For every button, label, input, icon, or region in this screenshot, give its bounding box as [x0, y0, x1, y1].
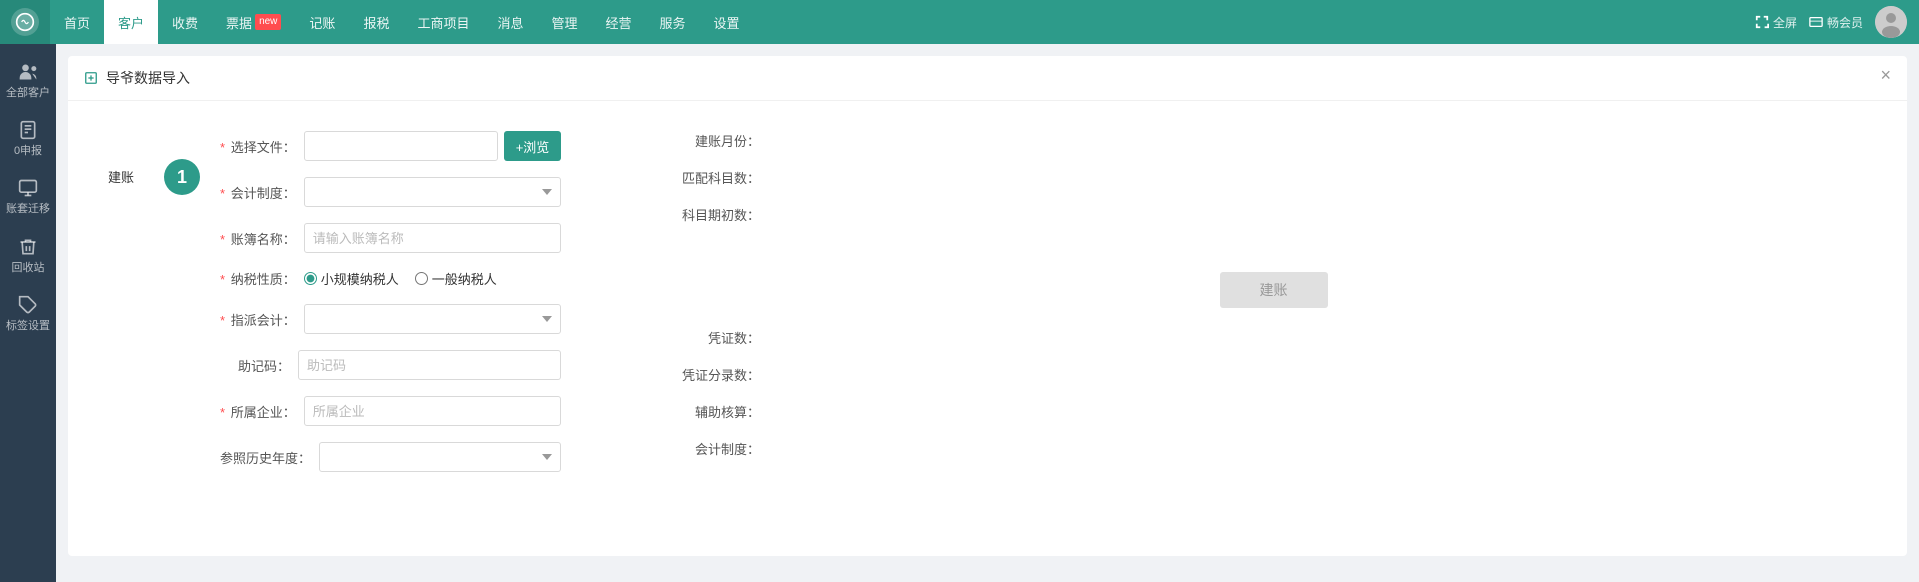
sidebar-label: 全部客户 [6, 87, 50, 100]
top-nav: 首页 客户 收费 票据 new 记账 报税 工商项目 消息 管理 经营 服务 设… [0, 0, 1919, 44]
nav-item-bookkeeping[interactable]: 记账 [295, 0, 349, 44]
step-badge: 1 [164, 159, 200, 195]
voucher-entries-label: 凭证分录数： [680, 365, 760, 384]
form-fields: * 选择文件： +浏览 * 会计制度： [220, 131, 560, 472]
info-panel: 建账月份： 匹配科目数： 科目期初数： 建账 凭证 [620, 131, 1867, 476]
build-button[interactable]: 建账 [1220, 272, 1328, 308]
file-input[interactable] [304, 131, 498, 161]
sidebar-item-migrate[interactable]: 账套迁移 [0, 168, 56, 224]
sidebar-item-all-customers[interactable]: 全部客户 [0, 52, 56, 108]
browse-button[interactable]: +浏览 [504, 131, 562, 161]
accounting-system-row: * 会计制度： [220, 177, 561, 207]
match-subjects-row: 匹配科目数： [680, 168, 1867, 187]
match-subjects-label: 匹配科目数： [680, 168, 760, 187]
tax-option1-radio[interactable] [304, 272, 317, 285]
nav-item-operation[interactable]: 经营 [592, 0, 646, 44]
voucher-count-label: 凭证数： [680, 328, 760, 347]
nav-item-service[interactable]: 服务 [646, 0, 700, 44]
memo-label: 助记码： [220, 356, 290, 375]
assign-accountant-row: * 指派会计： [220, 304, 561, 334]
auxiliary-label: 辅助核算： [680, 402, 760, 421]
owner-company-input[interactable] [304, 396, 562, 426]
card-header: 导爷数据导入 [68, 56, 1907, 101]
accounting-system-select[interactable] [304, 177, 562, 207]
main-content: 导爷数据导入 × 建账 1 * 选择文件： [56, 44, 1919, 582]
accounting-system-label: * 会计制度： [220, 183, 296, 202]
memo-input[interactable] [298, 350, 561, 380]
ledger-name-input[interactable] [304, 223, 562, 253]
sidebar-item-declare[interactable]: 0申报 [0, 110, 56, 166]
reference-year-label: 参照历史年度： [220, 448, 311, 467]
nav-item-fee[interactable]: 收费 [158, 0, 212, 44]
nav-item-manage[interactable]: 管理 [537, 0, 591, 44]
close-button[interactable]: × [1880, 66, 1891, 84]
select-file-row: * 选择文件： +浏览 [220, 131, 561, 161]
build-btn-wrap: 建账 [680, 242, 1867, 308]
form-container: 建账 1 * 选择文件： +浏览 [68, 101, 1907, 506]
sidebar-item-recycle[interactable]: 回收站 [0, 227, 56, 283]
member-btn[interactable]: 畅会员 [1809, 14, 1863, 31]
tax-option2-radio[interactable] [415, 272, 428, 285]
build-month-label: 建账月份： [680, 131, 760, 150]
sidebar-label: 0申报 [14, 145, 42, 158]
sidebar-label: 回收站 [12, 262, 45, 275]
nav-item-message[interactable]: 消息 [483, 0, 537, 44]
nav-item-business[interactable]: 工商项目 [403, 0, 483, 44]
ledger-name-row: * 账簿名称： [220, 223, 561, 253]
nav-items: 首页 客户 收费 票据 new 记账 报税 工商项目 消息 管理 经营 服务 设… [50, 0, 1755, 44]
tax-type-row: * 纳税性质： 小规模纳税人 一般纳税人 [220, 269, 561, 288]
sidebar: 全部客户 0申报 账套迁移 回收站 标签设置 [0, 44, 56, 582]
sidebar-label: 标签设置 [6, 320, 50, 333]
build-month-row: 建账月份： [680, 131, 1867, 150]
step-text: 建账 [108, 167, 134, 186]
form-left: 建账 1 * 选择文件： +浏览 [108, 131, 560, 476]
nav-item-customer[interactable]: 客户 [104, 0, 158, 44]
auxiliary-row: 辅助核算： [680, 402, 1867, 421]
subject-init-row: 科目期初数： [680, 205, 1867, 224]
owner-company-label: * 所属企业： [220, 402, 296, 421]
recycle-icon [16, 235, 40, 259]
accounting-system-info-row: 会计制度： [680, 439, 1867, 458]
file-row: +浏览 [304, 131, 562, 161]
nav-item-tax[interactable]: 报税 [349, 0, 403, 44]
accounting-system-info-label: 会计制度： [680, 439, 760, 458]
memo-row: 助记码： [220, 350, 561, 380]
nav-item-home[interactable]: 首页 [50, 0, 104, 44]
sidebar-label: 账套迁移 [6, 203, 50, 216]
subject-init-label: 科目期初数： [680, 205, 760, 224]
new-badge: new [255, 14, 281, 30]
logo [0, 0, 50, 44]
main-card: 导爷数据导入 × 建账 1 * 选择文件： [68, 56, 1907, 556]
logo-icon [11, 8, 39, 36]
tags-icon [16, 293, 40, 317]
tax-option1-label[interactable]: 小规模纳税人 [304, 269, 399, 288]
nav-item-settings[interactable]: 设置 [700, 0, 754, 44]
import-icon [84, 71, 98, 85]
owner-company-row: * 所属企业： [220, 396, 561, 426]
sidebar-item-tags[interactable]: 标签设置 [0, 285, 56, 341]
user-avatar[interactable] [1875, 6, 1907, 38]
main-layout: 全部客户 0申报 账套迁移 回收站 标签设置 [0, 44, 1919, 582]
reference-year-select[interactable] [319, 442, 561, 472]
ledger-name-label: * 账簿名称： [220, 229, 296, 248]
fullscreen-btn[interactable]: 全屏 [1755, 14, 1797, 31]
nav-item-invoice[interactable]: 票据 new [212, 0, 295, 44]
reference-year-row: 参照历史年度： [220, 442, 561, 472]
voucher-count-row: 凭证数： [680, 328, 1867, 347]
select-file-label: * 选择文件： [220, 137, 296, 156]
migrate-icon [16, 176, 40, 200]
tax-option2-label[interactable]: 一般纳税人 [415, 269, 497, 288]
nav-right: 全屏 畅会员 [1755, 6, 1907, 38]
all-customers-icon [16, 60, 40, 84]
card-title: 导爷数据导入 [106, 68, 190, 88]
tax-radio-group: 小规模纳税人 一般纳税人 [304, 269, 562, 288]
assign-accountant-label: * 指派会计： [220, 310, 296, 329]
voucher-entries-row: 凭证分录数： [680, 365, 1867, 384]
tax-type-label: * 纳税性质： [220, 269, 296, 288]
declare-icon [16, 118, 40, 142]
assign-accountant-select[interactable] [304, 304, 562, 334]
